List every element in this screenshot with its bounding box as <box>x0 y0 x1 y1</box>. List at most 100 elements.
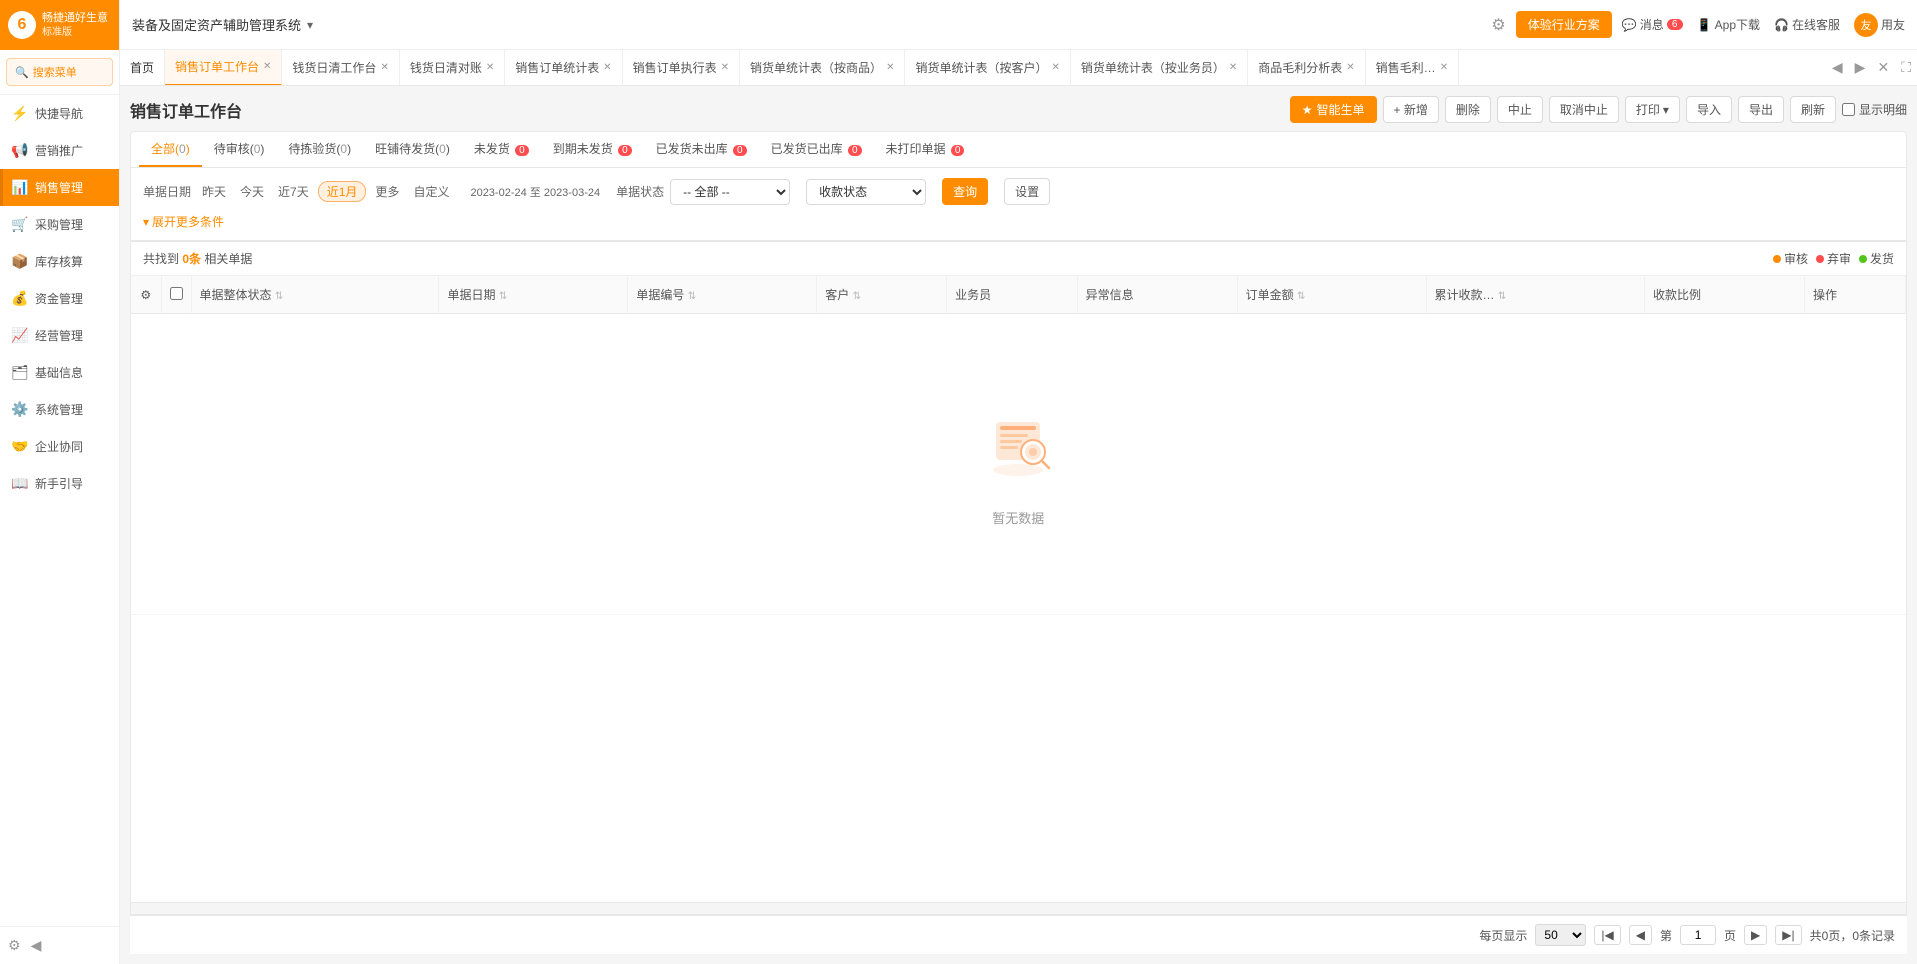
sub-tab-not-printed[interactable]: 未打印单据 0 <box>874 132 977 167</box>
tabs-scroll-right[interactable]: ▶ <box>1849 59 1872 76</box>
tab-close-sales-order[interactable]: ✕ <box>263 61 271 72</box>
date-more[interactable]: 更多 <box>370 181 404 202</box>
sub-tab-all[interactable]: 全部(0) <box>139 132 202 167</box>
date-1month[interactable]: 近1月 <box>318 181 367 202</box>
stop-button[interactable]: 中止 <box>1497 96 1543 123</box>
tab-ship-stat-customer[interactable]: 销货单统计表（按客户） ✕ <box>905 50 1070 86</box>
tab-cash-reconcile[interactable]: 钱货日清对账 ✕ <box>400 50 505 86</box>
sidebar-item-collab[interactable]: 🤝 企业协同 <box>0 428 119 465</box>
sidebar-search-section: 🔍 搜索菜单 <box>0 50 119 95</box>
sidebar-item-system[interactable]: ⚙️ 系统管理 <box>0 391 119 428</box>
tab-sales-margin[interactable]: 销售毛利… ✕ <box>1366 50 1459 86</box>
page-prev-button[interactable]: ◀ <box>1629 925 1652 945</box>
page-next-button[interactable]: ▶ <box>1744 925 1767 945</box>
table-count: 共找到 0条 相关单据 <box>143 250 252 267</box>
date-7days[interactable]: 近7天 <box>273 181 314 202</box>
tab-close-cash-daily[interactable]: ✕ <box>380 62 388 73</box>
new-button[interactable]: + 新增 <box>1383 96 1439 123</box>
approve-dot <box>1773 255 1781 263</box>
tab-margin-analysis[interactable]: 商品毛利分析表 ✕ <box>1248 50 1365 86</box>
refresh-button[interactable]: 刷新 <box>1790 96 1836 123</box>
sort-icon-num[interactable]: ⇅ <box>688 291 696 302</box>
tab-ship-stat-staff[interactable]: 销货单统计表（按业务员） ✕ <box>1071 50 1248 86</box>
date-yesterday[interactable]: 昨天 <box>197 181 231 202</box>
tabs-maximize[interactable]: ⛶ <box>1895 59 1917 76</box>
search-menu-button[interactable]: 🔍 搜索菜单 <box>6 58 113 86</box>
sort-icon-customer[interactable]: ⇅ <box>853 291 861 302</box>
print-button[interactable]: 打印 ▾ <box>1625 96 1680 123</box>
delete-button[interactable]: 删除 <box>1445 96 1491 123</box>
cancel-stop-button[interactable]: 取消中止 <box>1549 96 1619 123</box>
sub-tab-wangpu-ship[interactable]: 旺铺待发货(0) <box>363 132 462 167</box>
approve-action[interactable]: 审核 <box>1773 250 1808 267</box>
sub-tab-pending-review[interactable]: 待审核(0) <box>202 132 277 167</box>
tab-cash-daily[interactable]: 钱货日清工作台 ✕ <box>282 50 399 86</box>
tab-sales-order[interactable]: 销售订单工作台 ✕ <box>165 50 282 86</box>
online-service-item[interactable]: 🎧 在线客服 <box>1774 16 1840 33</box>
query-button[interactable]: 查询 <box>942 178 988 205</box>
smart-create-button[interactable]: ★ 智能生单 <box>1290 96 1377 123</box>
tab-sales-exec[interactable]: 销售订单执行表 ✕ <box>623 50 740 86</box>
tab-close-sales-exec[interactable]: ✕ <box>721 62 729 73</box>
tabs-close-all[interactable]: ✕ <box>1871 59 1895 76</box>
tab-close-cash-reconcile[interactable]: ✕ <box>486 62 494 73</box>
tab-close-ship-staff[interactable]: ✕ <box>1229 62 1237 73</box>
show-detail-checkbox[interactable] <box>1842 103 1855 116</box>
tab-close-sales-stat[interactable]: ✕ <box>603 62 611 73</box>
sidebar-item-operation[interactable]: 📈 经营管理 <box>0 317 119 354</box>
collapse-icon[interactable]: ◀ <box>31 937 42 954</box>
tab-close-ship-customer[interactable]: ✕ <box>1051 62 1059 73</box>
folder-icon: 🗂 <box>11 364 29 381</box>
user-item[interactable]: 友 用友 <box>1854 13 1905 37</box>
sub-tab-shipped-not-out[interactable]: 已发货未出库 0 <box>644 132 759 167</box>
tabs-scroll-left[interactable]: ◀ <box>1826 59 1849 76</box>
app-download-item[interactable]: 📱 App下载 <box>1697 16 1760 33</box>
sub-tab-pending-pick[interactable]: 待拣验货(0) <box>276 132 363 167</box>
horizontal-scroll[interactable] <box>130 903 1907 915</box>
sort-icon-date[interactable]: ⇅ <box>499 291 507 302</box>
import-button[interactable]: 导入 <box>1686 96 1732 123</box>
sidebar-item-finance[interactable]: 💰 资金管理 <box>0 280 119 317</box>
settings-bottom-icon[interactable]: ⚙ <box>8 937 21 954</box>
date-custom[interactable]: 自定义 <box>408 181 454 202</box>
tab-home[interactable]: 首页 <box>120 50 165 86</box>
payment-select[interactable]: 收款状态 <box>806 179 926 205</box>
ship-action[interactable]: 发货 <box>1859 250 1894 267</box>
sort-icon-amount[interactable]: ⇅ <box>1297 291 1305 302</box>
system-dropdown-icon[interactable]: ▾ <box>307 18 313 32</box>
settings-button[interactable]: 设置 <box>1004 178 1050 205</box>
tab-close-margin[interactable]: ✕ <box>1346 62 1354 73</box>
tab-close-sales-margin[interactable]: ✕ <box>1440 62 1448 73</box>
col-checkbox[interactable] <box>161 276 191 314</box>
page-number-input[interactable] <box>1680 925 1716 945</box>
page-last-button[interactable]: ▶| <box>1775 925 1801 945</box>
sidebar-item-guide[interactable]: 📖 新手引导 <box>0 465 119 502</box>
sidebar-item-basic[interactable]: 🗂 基础信息 <box>0 354 119 391</box>
message-item[interactable]: 💬 消息 6 <box>1622 16 1683 33</box>
sort-icon-status[interactable]: ⇅ <box>275 291 283 302</box>
sidebar-item-marketing[interactable]: 📢 营销推广 <box>0 132 119 169</box>
sub-tab-overdue-ship[interactable]: 到期未发货 0 <box>541 132 644 167</box>
per-page-select[interactable]: 10 20 50 100 <box>1535 924 1586 946</box>
sub-tab-not-shipped[interactable]: 未发货 0 <box>462 132 541 167</box>
sidebar-item-nav[interactable]: ⚡ 快捷导航 <box>0 95 119 132</box>
col-settings[interactable]: ⚙ <box>131 276 161 314</box>
col-actions: 操作 <box>1804 276 1905 314</box>
cancel-approve-action[interactable]: 弃审 <box>1816 250 1851 267</box>
tab-ship-stat-product[interactable]: 销货单统计表（按商品） ✕ <box>740 50 905 86</box>
industry-solution-button[interactable]: 体验行业方案 <box>1516 11 1612 38</box>
sidebar-item-sales[interactable]: 📊 销售管理 <box>0 169 119 206</box>
select-all-checkbox[interactable] <box>170 287 183 300</box>
sort-icon-payment[interactable]: ⇅ <box>1498 291 1506 302</box>
expand-more-button[interactable]: ▾ 展开更多条件 <box>143 213 1894 230</box>
tab-close-ship-product[interactable]: ✕ <box>886 62 894 73</box>
sub-tab-shipped-out[interactable]: 已发货已出库 0 <box>759 132 874 167</box>
export-button[interactable]: 导出 <box>1738 96 1784 123</box>
topbar-gear-icon[interactable]: ⚙ <box>1491 15 1505 35</box>
sidebar-item-inventory[interactable]: 📦 库存核算 <box>0 243 119 280</box>
date-today[interactable]: 今天 <box>235 181 269 202</box>
tab-sales-stat[interactable]: 销售订单统计表 ✕ <box>505 50 622 86</box>
sidebar-item-purchase[interactable]: 🛒 采购管理 <box>0 206 119 243</box>
status-select[interactable]: -- 全部 -- <box>670 179 790 205</box>
page-first-button[interactable]: |◀ <box>1594 925 1620 945</box>
